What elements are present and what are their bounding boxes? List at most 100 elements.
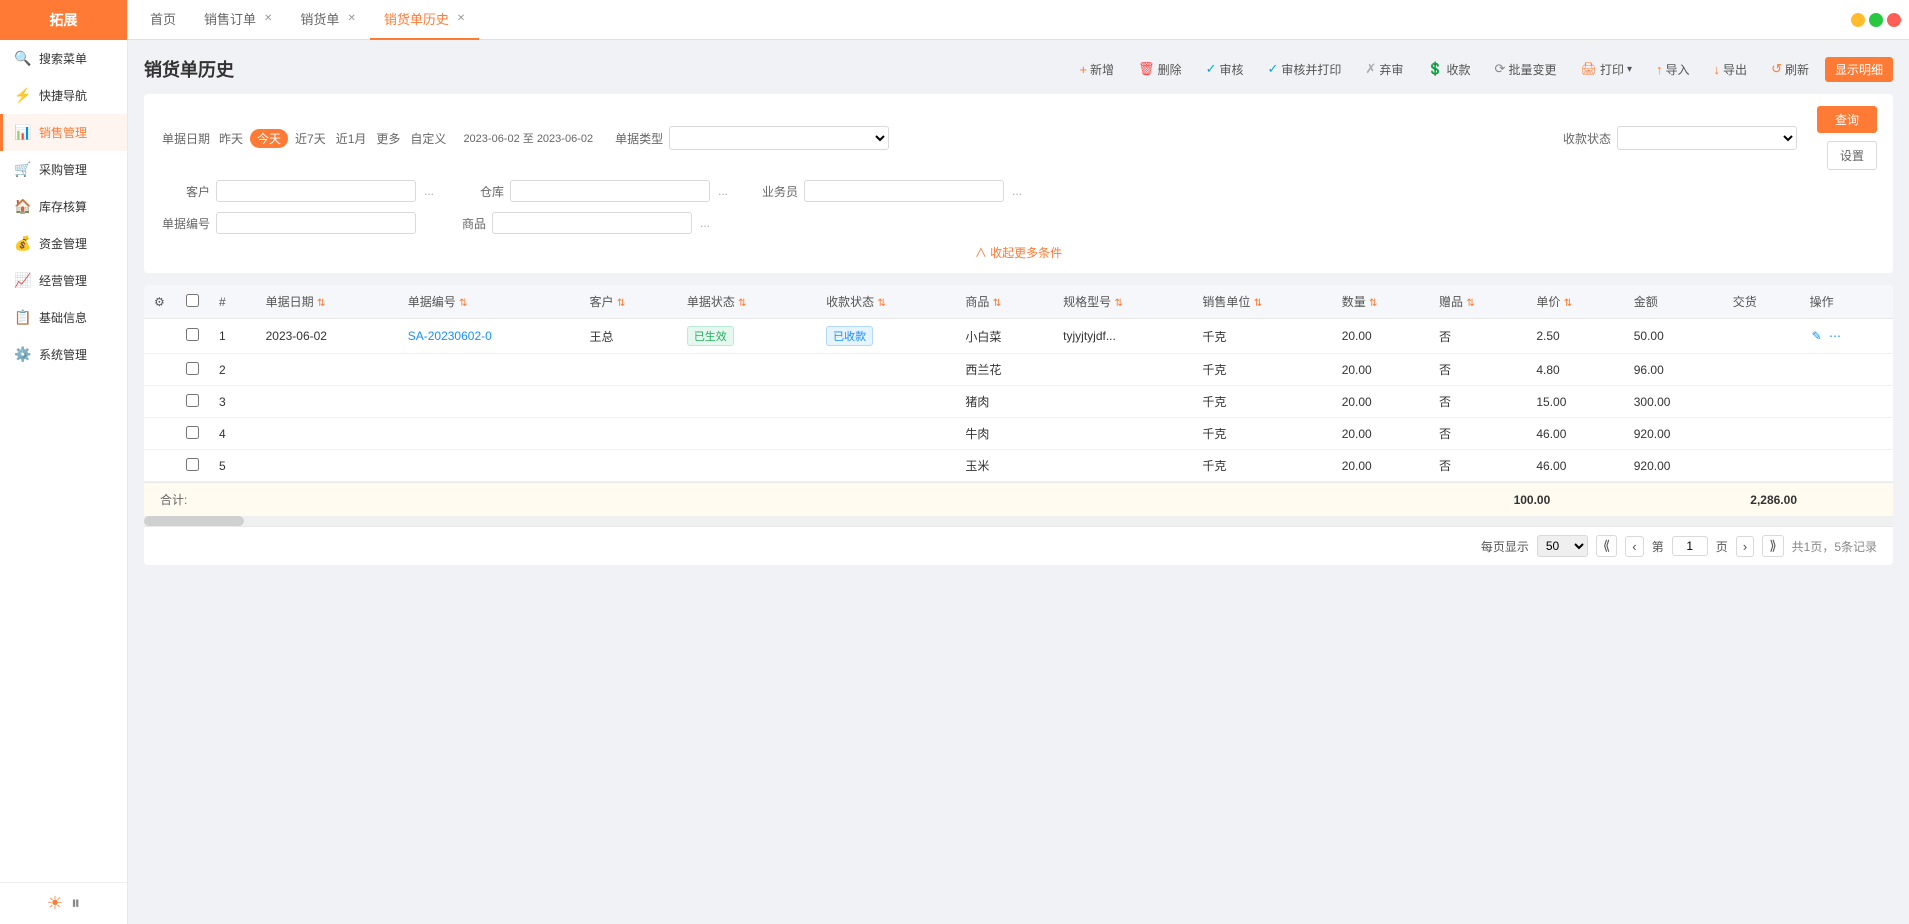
cell-doc-number-1[interactable] [398,354,580,386]
sidebar-item-quick-nav[interactable]: ⚡ 快捷导航 [0,77,127,114]
close-button[interactable] [1887,13,1901,27]
edit-action-0[interactable]: ✎ [1812,329,1822,343]
tab-sales-history-close[interactable]: ✕ [457,13,465,24]
sidebar-item-sales-mgmt[interactable]: 📊 销售管理 [0,114,127,151]
staff-input[interactable] [804,180,1004,202]
collapse-button[interactable]: ∧ 收起更多条件 [160,244,1877,261]
goods-input[interactable] [492,212,692,234]
audit-print-button[interactable]: ✓ 审核并打印 [1260,57,1350,82]
tab-sales-goods[interactable]: 销货单 ✕ [286,0,369,40]
more-action-0[interactable]: ⋯ [1829,329,1841,343]
sidebar-bottom-icon1[interactable]: ☀ [47,893,63,914]
cell-doc-status-0: 已生效 [677,319,816,354]
warehouse-input[interactable] [510,180,710,202]
customer-dots[interactable]: ... [424,184,434,198]
export-button[interactable]: ↓ 导出 [1706,57,1756,82]
row-checkbox-2[interactable] [186,394,199,407]
cell-checkbox-0[interactable] [176,319,209,354]
shortcut-more[interactable]: 更多 [373,129,403,148]
shortcut-1month[interactable]: 近1月 [333,129,370,148]
row-checkbox-1[interactable] [186,362,199,375]
audit-button[interactable]: ✓ 审核 [1198,57,1252,82]
cell-doc-number-3[interactable] [398,418,580,450]
goods-dots[interactable]: ... [700,216,710,230]
tab-sales-order-close[interactable]: ✕ [264,13,272,24]
row-checkbox-0[interactable] [186,328,199,341]
cell-gift-0: 否 [1429,319,1526,354]
first-page-button[interactable]: ⟪ [1596,535,1617,557]
doc-type-select[interactable] [670,127,888,149]
row-checkbox-3[interactable] [186,426,199,439]
sidebar-item-finance[interactable]: 💰 资金管理 [0,225,127,262]
tab-home[interactable]: 首页 [136,0,190,40]
sidebar-item-sys-mgmt[interactable]: ⚙️ 系统管理 [0,336,127,373]
cell-checkbox-3[interactable] [176,418,209,450]
tab-sales-history[interactable]: 销货单历史 ✕ [370,0,479,40]
sidebar-item-purchase-mgmt[interactable]: 🛒 采购管理 [0,151,127,188]
sidebar-item-basic-info[interactable]: 📋 基础信息 [0,299,127,336]
col-unit[interactable]: 销售单位 ⇅ [1192,285,1331,319]
doc-type-select-wrapper[interactable] [669,126,889,150]
query-button[interactable]: 查询 [1817,106,1877,133]
shortcut-today[interactable]: 今天 [250,129,288,148]
pagination-bar: 每页显示 50 100 200 ⟪ ‹ 第 页 › ⟫ 共1页，5条记录 [144,526,1893,565]
filter-settings-button[interactable]: 设置 [1827,141,1877,170]
sidebar-item-operations[interactable]: 📈 经营管理 [0,262,127,299]
select-all-checkbox[interactable] [186,294,199,307]
next-page-button[interactable]: › [1736,536,1754,557]
show-detail-button[interactable]: 显示明细 [1825,57,1893,82]
sidebar-bottom-icon2[interactable]: ⏸ [71,893,80,914]
col-doc-date[interactable]: 单据日期 ⇅ [256,285,398,319]
payment-status-select-wrapper[interactable] [1617,126,1797,150]
shortcut-custom[interactable]: 自定义 [407,129,449,148]
shortcut-7days[interactable]: 近7天 [292,129,329,148]
col-gear[interactable]: ⚙ [144,285,176,319]
cell-checkbox-2[interactable] [176,386,209,418]
warehouse-dots[interactable]: ... [718,184,728,198]
page-size-select[interactable]: 50 100 200 [1537,535,1588,557]
import-button[interactable]: ↑ 导入 [1648,57,1698,82]
col-unit-price[interactable]: 单价 ⇅ [1526,285,1623,319]
batch-change-button[interactable]: ⟳ 批量变更 [1487,57,1565,82]
col-gift[interactable]: 赠品 ⇅ [1429,285,1526,319]
sidebar-item-inventory[interactable]: 🏠 库存核算 [0,188,127,225]
prev-page-button[interactable]: ‹ [1625,536,1643,557]
col-doc-number[interactable]: 单据编号 ⇅ [398,285,580,319]
row-checkbox-4[interactable] [186,458,199,471]
new-button[interactable]: + 新增 [1071,57,1122,82]
doc-number-input[interactable] [216,212,416,234]
cell-doc-number-0[interactable]: SA-20230602-0 [398,319,580,354]
maximize-button[interactable] [1869,13,1883,27]
col-goods[interactable]: 商品 ⇅ [955,285,1053,319]
cell-doc-number-4[interactable] [398,450,580,482]
col-payment-status[interactable]: 收款状态 ⇅ [816,285,955,319]
staff-dots[interactable]: ... [1012,184,1022,198]
col-checkbox[interactable] [176,285,209,319]
col-spec[interactable]: 规格型号 ⇅ [1053,285,1192,319]
cell-doc-number-2[interactable] [398,386,580,418]
scroll-bar[interactable] [144,516,1893,526]
print-button[interactable]: 🖨 打印 ▾ [1572,57,1640,82]
abandon-button[interactable]: ✗ 弃审 [1357,57,1411,82]
shortcut-yesterday[interactable]: 昨天 [216,129,246,148]
col-doc-status[interactable]: 单据状态 ⇅ [677,285,816,319]
receive-button[interactable]: 💲 收款 [1419,57,1478,82]
tab-sales-goods-close[interactable]: ✕ [347,13,355,24]
cell-checkbox-4[interactable] [176,450,209,482]
tab-sales-order[interactable]: 销售订单 ✕ [190,0,286,40]
col-customer[interactable]: 客户 ⇅ [579,285,676,319]
current-page-input[interactable] [1672,536,1708,556]
cell-checkbox-1[interactable] [176,354,209,386]
minimize-button[interactable] [1851,13,1865,27]
col-qty[interactable]: 数量 ⇅ [1332,285,1429,319]
quick-nav-icon: ⚡ [15,88,31,104]
scroll-thumb[interactable] [144,516,244,526]
sidebar-item-search-menu[interactable]: 🔍 搜索菜单 [0,40,127,77]
gear-icon[interactable]: ⚙ [154,295,165,309]
customer-input[interactable] [216,180,416,202]
payment-status-select[interactable] [1618,127,1796,149]
doc-number-link-0[interactable]: SA-20230602-0 [408,329,492,343]
delete-button[interactable]: 🗑 删除 [1130,57,1190,82]
refresh-button[interactable]: ↺ 刷新 [1763,57,1817,82]
last-page-button[interactable]: ⟫ [1762,535,1783,557]
